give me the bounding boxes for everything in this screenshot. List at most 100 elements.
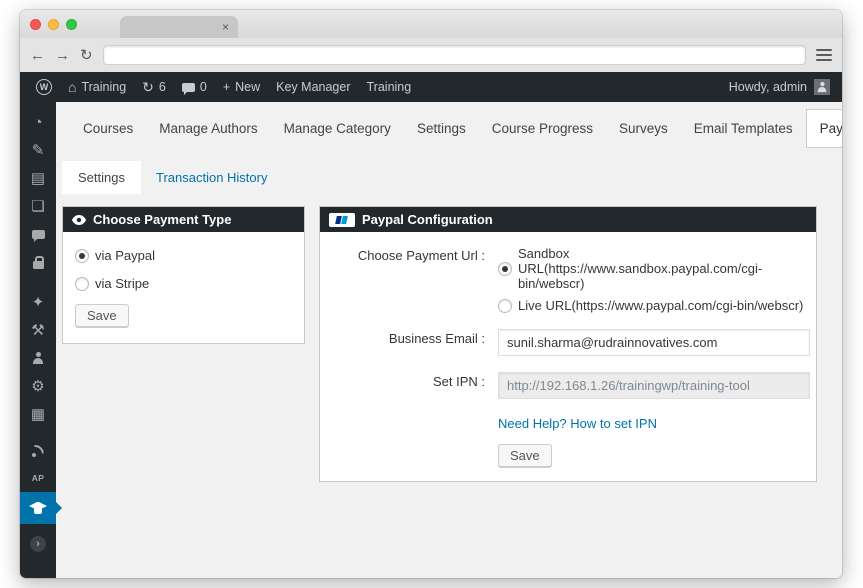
sidebar-item-appearance[interactable]: ✦ <box>20 288 56 316</box>
sidebar-item-ap[interactable]: AP <box>20 464 56 492</box>
sidebar-item-media[interactable]: ▤ <box>20 164 56 192</box>
admin-bar-updates[interactable]: ↻ 6 <box>134 72 174 102</box>
subtab-settings[interactable]: Settings <box>62 161 141 194</box>
tab-close-icon[interactable]: × <box>222 21 229 33</box>
collapse-arrow-icon: › <box>30 536 46 552</box>
back-button[interactable]: ← <box>30 48 45 63</box>
sidebar-item-feeds[interactable] <box>20 436 56 464</box>
lock-icon <box>32 255 44 269</box>
tab-surveys[interactable]: Surveys <box>606 113 681 144</box>
subtab-transaction-history[interactable]: Transaction History <box>156 170 268 185</box>
avatar <box>814 79 830 95</box>
reload-button[interactable]: ↻ <box>80 48 93 63</box>
set-ipn-row: Set IPN : <box>320 372 816 399</box>
sidebar-item-dashboard[interactable]: ◔ <box>20 108 56 136</box>
tab-manage-category[interactable]: Manage Category <box>271 113 404 144</box>
sidebar-item-pages[interactable]: ❏ <box>20 192 56 220</box>
admin-bar-training[interactable]: Training <box>359 72 420 102</box>
sidebar-item-tools[interactable]: ⚙ <box>20 372 56 400</box>
sidebar-collapse-button[interactable]: › <box>20 530 56 558</box>
settings-icon: ▦ <box>30 405 46 423</box>
choose-payment-url-label: Choose Payment Url : <box>357 248 485 263</box>
media-icon: ▤ <box>30 169 46 187</box>
browser-tab[interactable]: × <box>120 16 238 38</box>
browser-tabstrip: × <box>20 10 842 38</box>
admin-bar-key-manager[interactable]: Key Manager <box>268 72 358 102</box>
business-email-label: Business Email : <box>388 331 485 346</box>
sidebar-item-plugins[interactable]: ⚒ <box>20 316 56 344</box>
sidebar-item-security[interactable] <box>20 248 56 276</box>
paypal-config-panel: Paypal Configuration Choose Payment Url … <box>319 206 817 482</box>
paypal-config-panel-header: Paypal Configuration <box>320 207 816 232</box>
wp-admin-bar: W ⌂ Training ↻ 6 0 + New Key Manager Tra… <box>20 72 842 102</box>
tab-courses[interactable]: Courses <box>70 113 146 144</box>
paypal-config-panel-body: Choose Payment Url : Sandbox URL(https:/… <box>320 232 816 481</box>
rss-icon <box>31 444 45 457</box>
wp-logo-menu[interactable]: W <box>28 72 60 102</box>
via-stripe-label: via Stripe <box>95 276 150 291</box>
paypal-save-row: Save <box>498 444 816 467</box>
dashboard-icon: ◔ <box>33 113 43 131</box>
payment-url-options: Sandbox URL(https://www.sandbox.paypal.c… <box>498 246 816 313</box>
wordpress-logo-icon: W <box>36 79 52 95</box>
tab-payment[interactable]: Payment <box>805 109 842 148</box>
home-icon: ⌂ <box>68 79 77 95</box>
comment-bubble-icon <box>31 229 45 242</box>
admin-bar-site[interactable]: ⌂ Training <box>60 72 134 102</box>
tools-icon: ⚙ <box>31 377 45 395</box>
menu-button[interactable] <box>816 49 832 61</box>
sidebar-item-posts[interactable]: ✎ <box>20 136 56 164</box>
admin-bar-account[interactable]: Howdy, admin <box>729 79 834 95</box>
radio-via-paypal[interactable] <box>75 248 89 263</box>
paypal-config-panel-title: Paypal Configuration <box>362 212 493 227</box>
howdy-label: Howdy, admin <box>728 80 807 94</box>
posts-icon: ✎ <box>31 141 45 159</box>
graduation-cap-icon <box>29 502 47 515</box>
window-minimize-button[interactable] <box>48 19 59 30</box>
sidebar-item-settings[interactable]: ▦ <box>20 400 56 428</box>
browser-toolbar: ← → ↻ <box>20 38 842 72</box>
sandbox-url-option: Sandbox URL(https://www.sandbox.paypal.c… <box>498 246 816 291</box>
radio-via-stripe[interactable] <box>75 276 89 291</box>
tab-course-progress[interactable]: Course Progress <box>479 113 606 144</box>
address-bar[interactable] <box>102 45 806 65</box>
sandbox-url-label: Sandbox URL(https://www.sandbox.paypal.c… <box>518 246 763 291</box>
window-close-button[interactable] <box>30 19 41 30</box>
browser-window: × ← → ↻ W ⌂ Training ↻ 6 0 + New Key Man… <box>20 10 842 578</box>
comments-count: 0 <box>199 80 207 94</box>
plugin-page: Courses Manage Authors Manage Category S… <box>56 102 842 578</box>
payment-type-panel-body: via Paypal via Stripe Save <box>63 232 304 343</box>
admin-bar-new[interactable]: + New <box>215 72 268 102</box>
ipn-input[interactable] <box>498 372 810 399</box>
payment-type-panel: Choose Payment Type via Paypal via Strip… <box>62 206 305 344</box>
training-label: Training <box>366 80 412 94</box>
wp-sidebar: ◔ ✎ ▤ ❏ ✦ ⚒ ⚙ ▦ AP › <box>20 102 62 578</box>
key-manager-label: Key Manager <box>276 80 351 94</box>
payment-panels: Choose Payment Type via Paypal via Strip… <box>62 206 842 482</box>
tab-email-templates[interactable]: Email Templates <box>681 113 806 144</box>
admin-bar-comments[interactable]: 0 <box>174 72 215 102</box>
payment-type-save-button[interactable]: Save <box>75 304 129 327</box>
sidebar-item-users[interactable] <box>20 344 56 372</box>
payment-subtabs: Settings Transaction History <box>62 161 842 194</box>
ipn-help-link[interactable]: Need Help? How to set IPN <box>498 416 657 431</box>
sidebar-item-training[interactable] <box>20 492 62 524</box>
plus-icon: + <box>222 80 231 94</box>
payment-url-row: Choose Payment Url : Sandbox URL(https:/… <box>320 246 816 313</box>
forward-button[interactable]: → <box>55 48 70 63</box>
payment-type-panel-header: Choose Payment Type <box>63 207 304 232</box>
radio-sandbox-url[interactable] <box>498 261 512 276</box>
via-paypal-label: via Paypal <box>95 248 155 263</box>
live-url-label: Live URL(https://www.paypal.com/cgi-bin/… <box>518 298 804 313</box>
tab-manage-authors[interactable]: Manage Authors <box>146 113 270 144</box>
business-email-input[interactable] <box>498 329 810 356</box>
tab-settings[interactable]: Settings <box>404 113 479 144</box>
sidebar-item-comments[interactable] <box>20 220 56 248</box>
radio-live-url[interactable] <box>498 298 512 313</box>
admin-main: ◔ ✎ ▤ ❏ ✦ ⚒ ⚙ ▦ AP › Courses Manage Auth… <box>20 102 842 578</box>
plugins-icon: ⚒ <box>31 321 45 339</box>
updates-count: 6 <box>158 80 166 94</box>
eye-icon <box>72 214 86 225</box>
paypal-save-button[interactable]: Save <box>498 444 552 467</box>
window-maximize-button[interactable] <box>66 19 77 30</box>
